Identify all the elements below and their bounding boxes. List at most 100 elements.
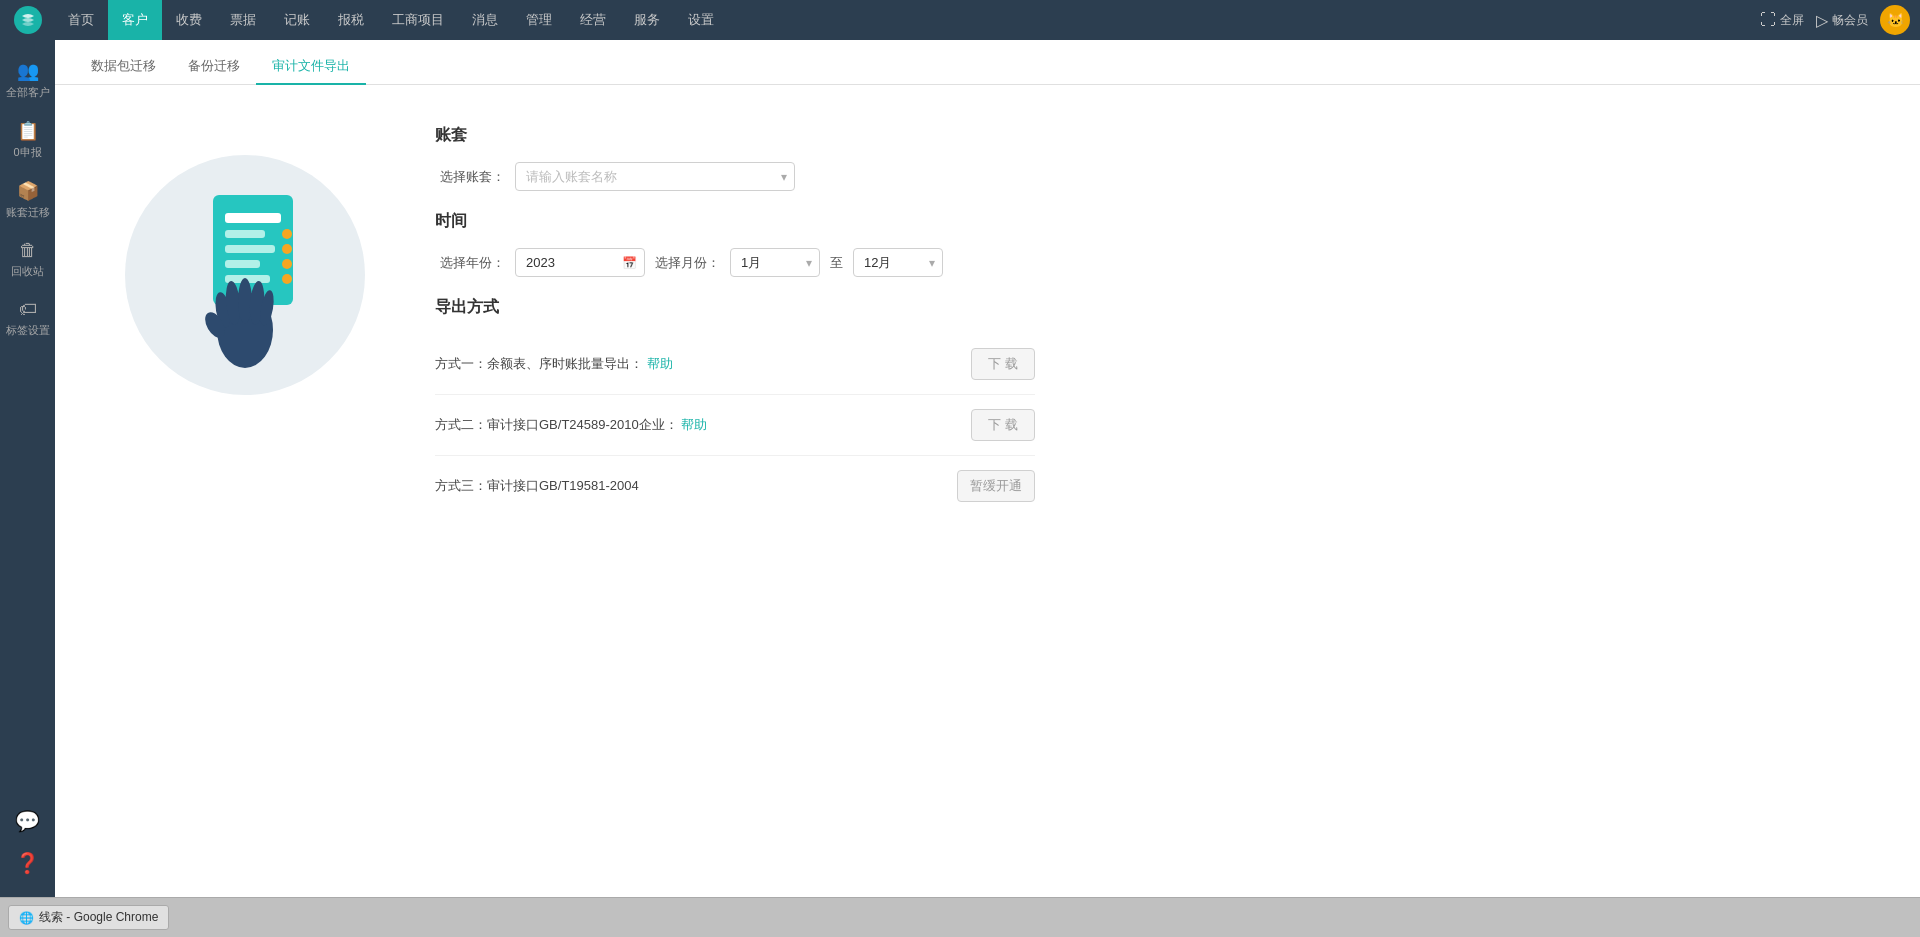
nav-right: ⛶ 全屏 ▷ 畅会员 🐱 (1760, 5, 1910, 35)
zero-filing-icon: 📋 (17, 120, 39, 142)
main-layout: 👥 全部客户 📋 0申报 📦 账套迁移 🗑 回收站 🏷 标签设置 💬 ❓ 数据包… (0, 40, 1920, 897)
export-method-2-download-button[interactable]: 下 载 (971, 409, 1035, 441)
nav-business[interactable]: 工商项目 (378, 0, 458, 40)
export-method-3-label: 方式三：审计接口GB/T19581-2004 (435, 478, 639, 493)
form-area: 账套 选择账套： ▾ 时间 选择年份： (435, 125, 1035, 516)
end-month-select[interactable]: 1月2月3月 4月5月6月 7月8月9月 10月11月12月 (853, 248, 943, 277)
export-method-2-label: 方式二：审计接口GB/T24589-2010企业： (435, 417, 678, 432)
export-method-2: 方式二：审计接口GB/T24589-2010企业： 帮助 下 载 (435, 395, 1035, 456)
sidebar-item-account-migration[interactable]: 📦 账套迁移 (0, 170, 55, 230)
nav-settings[interactable]: 设置 (674, 0, 728, 40)
svg-point-14 (238, 278, 252, 324)
migration-icon: 📦 (17, 180, 39, 202)
export-method-1-text: 方式一：余额表、序时账批量导出： 帮助 (435, 355, 673, 373)
export-section: 导出方式 方式一：余额表、序时账批量导出： 帮助 下 载 (435, 297, 1035, 516)
tab-bar: 数据包迁移 备份迁移 审计文件导出 (55, 40, 1920, 85)
nav-message[interactable]: 消息 (458, 0, 512, 40)
svg-rect-2 (225, 213, 281, 223)
illustration-circle (125, 155, 365, 395)
export-method-1-download-button[interactable]: 下 载 (971, 348, 1035, 380)
nav-service[interactable]: 服务 (620, 0, 674, 40)
tab-data-migration[interactable]: 数据包迁移 (75, 49, 172, 85)
svg-rect-5 (225, 260, 260, 268)
export-method-1-help-link[interactable]: 帮助 (647, 356, 673, 371)
time-select-row: 选择年份： 📅 选择月份： 1月2月3月 4月5月6月 7月8月9月 10月11 (435, 248, 1035, 277)
nav-manage[interactable]: 管理 (512, 0, 566, 40)
end-month-wrapper: 1月2月3月 4月5月6月 7月8月9月 10月11月12月 (853, 248, 943, 277)
sidebar-item-recycle[interactable]: 🗑 回收站 (0, 230, 55, 289)
sidebar-label-migration: 账套迁移 (6, 205, 50, 220)
recycle-icon: 🗑 (19, 240, 37, 261)
illustration-area (115, 125, 375, 425)
sidebar-label-zero-filing: 0申报 (13, 145, 41, 160)
year-select-label: 选择年份： (435, 254, 505, 272)
vip-button[interactable]: ▷ 畅会员 (1816, 11, 1868, 30)
sidebar-bottom: 💬 ❓ (9, 803, 46, 897)
vip-label: 畅会员 (1832, 12, 1868, 29)
nav-customer[interactable]: 客户 (108, 0, 162, 40)
year-input-wrapper: 📅 (515, 248, 645, 277)
time-section-divider: 时间 (435, 211, 1035, 232)
export-method-3: 方式三：审计接口GB/T19581-2004 暂缓开通 (435, 456, 1035, 516)
taskbar: 🌐 线索 - Google Chrome (0, 897, 1920, 937)
taskbar-chrome-item[interactable]: 🌐 线索 - Google Chrome (8, 905, 169, 930)
taskbar-chrome-label: 线索 - Google Chrome (39, 909, 158, 926)
content-wrapper: 账套 选择账套： ▾ 时间 选择年份： (115, 125, 1860, 516)
svg-rect-4 (225, 245, 275, 253)
nav-tax[interactable]: 报税 (324, 0, 378, 40)
fullscreen-label: 全屏 (1780, 12, 1804, 29)
month-select-label: 选择月份： (655, 254, 720, 272)
tag-icon: 🏷 (19, 299, 37, 320)
svg-point-7 (282, 229, 292, 239)
sidebar-label-tag: 标签设置 (6, 323, 50, 338)
vip-icon: ▷ (1816, 11, 1828, 30)
page-content: 账套 选择账套： ▾ 时间 选择年份： (55, 85, 1920, 897)
time-section-title: 时间 (435, 211, 1035, 232)
start-month-select[interactable]: 1月2月3月 4月5月6月 7月8月9月 10月11月12月 (730, 248, 820, 277)
svg-rect-3 (225, 230, 265, 238)
sidebar-item-tag-settings[interactable]: 🏷 标签设置 (0, 289, 55, 348)
user-avatar[interactable]: 🐱 (1880, 5, 1910, 35)
app-logo[interactable] (10, 2, 46, 38)
sidebar: 👥 全部客户 📋 0申报 📦 账套迁移 🗑 回收站 🏷 标签设置 💬 ❓ (0, 40, 55, 897)
tab-backup-migration[interactable]: 备份迁移 (172, 49, 256, 85)
sidebar-label-all-customers: 全部客户 (6, 85, 50, 100)
to-label: 至 (830, 254, 843, 272)
year-input[interactable] (515, 248, 645, 277)
account-select-label: 选择账套： (435, 168, 505, 186)
sidebar-item-zero-filing[interactable]: 📋 0申报 (0, 110, 55, 170)
sidebar-item-all-customers[interactable]: 👥 全部客户 (0, 50, 55, 110)
nav-home[interactable]: 首页 (54, 0, 108, 40)
top-navigation: 首页 客户 收费 票据 记账 报税 工商项目 消息 管理 经营 服务 设置 ⛶ … (0, 0, 1920, 40)
nav-operation[interactable]: 经营 (566, 0, 620, 40)
illustration-svg (165, 175, 325, 375)
tab-audit-export[interactable]: 审计文件导出 (256, 49, 366, 85)
export-method-2-help-link[interactable]: 帮助 (681, 417, 707, 432)
nav-items: 首页 客户 收费 票据 记账 报税 工商项目 消息 管理 经营 服务 设置 (54, 0, 1760, 40)
svg-point-10 (282, 274, 292, 284)
account-section-title: 账套 (435, 125, 1035, 146)
content-area: 数据包迁移 备份迁移 审计文件导出 (55, 40, 1920, 897)
export-method-2-text: 方式二：审计接口GB/T24589-2010企业： 帮助 (435, 416, 707, 434)
chrome-icon: 🌐 (19, 911, 34, 925)
sidebar-help-icon[interactable]: ❓ (9, 845, 46, 881)
fullscreen-button[interactable]: ⛶ 全屏 (1760, 11, 1804, 29)
sidebar-label-recycle: 回收站 (11, 264, 44, 279)
account-select-wrapper: ▾ (515, 162, 795, 191)
nav-bookkeeping[interactable]: 记账 (270, 0, 324, 40)
export-method-3-coming-soon-button[interactable]: 暂缓开通 (957, 470, 1035, 502)
account-select-row: 选择账套： ▾ (435, 162, 1035, 191)
export-method-1: 方式一：余额表、序时账批量导出： 帮助 下 载 (435, 334, 1035, 395)
account-select-input[interactable] (515, 162, 795, 191)
nav-invoice[interactable]: 票据 (216, 0, 270, 40)
export-section-title: 导出方式 (435, 297, 1035, 318)
export-method-1-label: 方式一：余额表、序时账批量导出： (435, 356, 643, 371)
svg-point-8 (282, 244, 292, 254)
fullscreen-icon: ⛶ (1760, 11, 1776, 29)
nav-billing[interactable]: 收费 (162, 0, 216, 40)
sidebar-chat-icon[interactable]: 💬 (9, 803, 46, 839)
export-method-3-text: 方式三：审计接口GB/T19581-2004 (435, 477, 639, 495)
start-month-wrapper: 1月2月3月 4月5月6月 7月8月9月 10月11月12月 (730, 248, 820, 277)
svg-point-9 (282, 259, 292, 269)
customers-icon: 👥 (17, 60, 39, 82)
